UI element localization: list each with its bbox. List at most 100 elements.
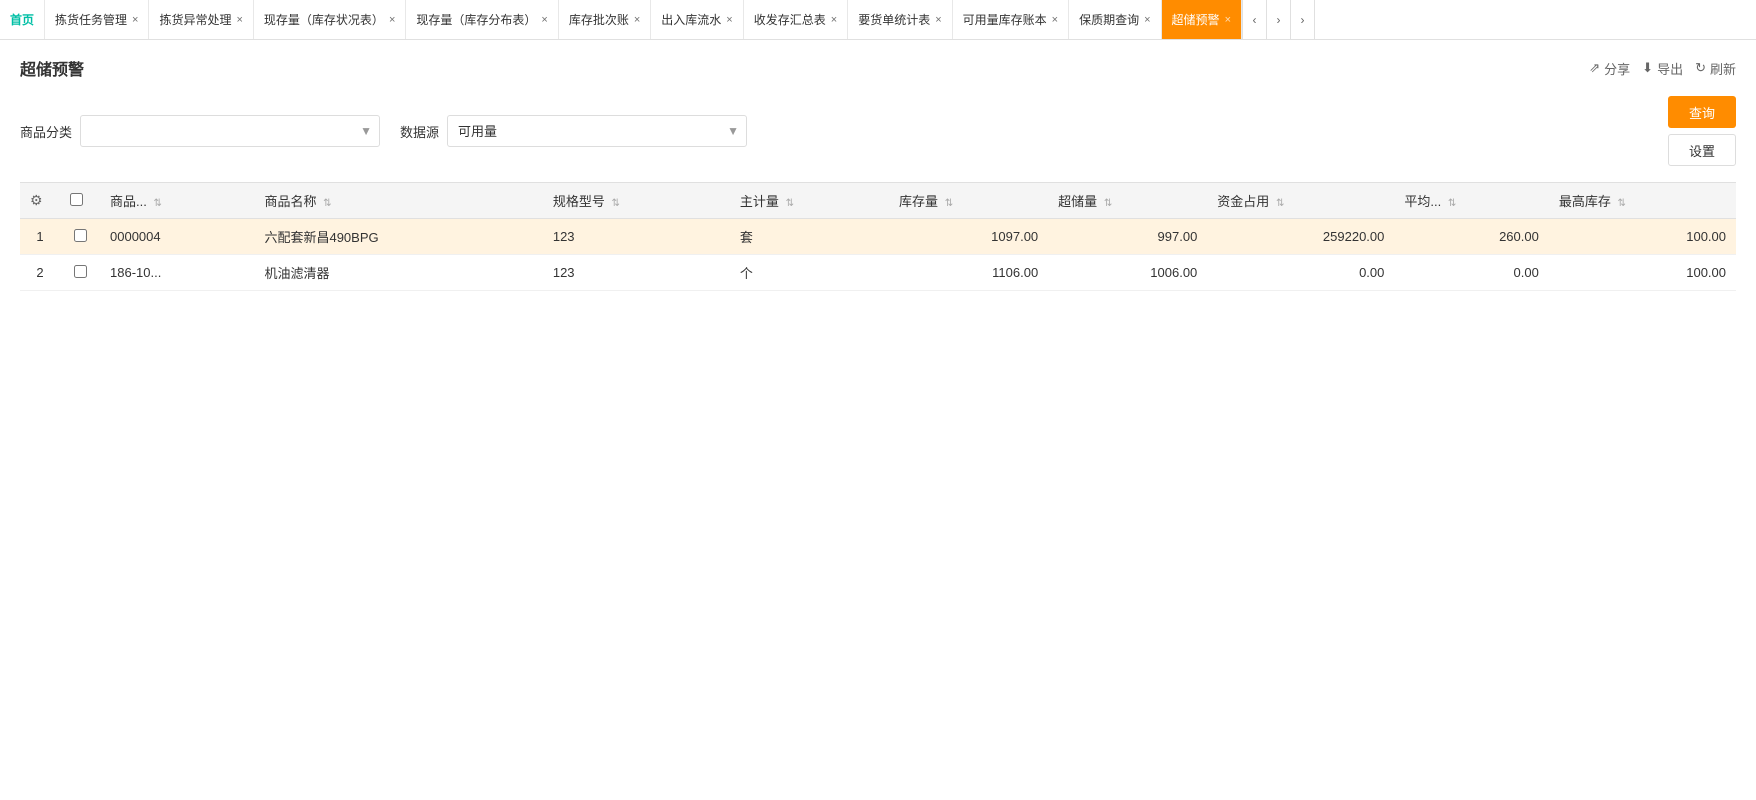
col-spec-header[interactable]: 规格型号 ⇅ <box>543 183 730 219</box>
row-code-cell: 0000004 <box>100 219 254 255</box>
row-checkbox-cell[interactable] <box>60 219 100 255</box>
close-icon[interactable]: × <box>726 14 732 26</box>
export-label: 导出 <box>1657 59 1683 78</box>
nav-more-arrow[interactable]: › <box>1291 0 1315 40</box>
page-title: 超储预警 <box>20 56 84 80</box>
gear-icon[interactable]: ⚙ <box>30 192 43 208</box>
sort-icon: ⇅ <box>1617 198 1625 209</box>
row-settings-cell: 1 <box>20 219 60 255</box>
export-button[interactable]: ⬇ 导出 <box>1642 59 1683 78</box>
datasource-filter-label: 数据源 <box>400 122 439 141</box>
nav-tab-flow-label: 出入库流水 <box>661 11 721 28</box>
col-unit-header[interactable]: 主计量 ⇅ <box>730 183 889 219</box>
close-icon[interactable]: × <box>236 14 242 26</box>
nav-tab-overstock-label: 超储预警 <box>1172 11 1220 28</box>
col-capital-header[interactable]: 资金占用 ⇅ <box>1207 183 1394 219</box>
row-overstock-cell: 997.00 <box>1048 219 1207 255</box>
nav-tab-available-label: 可用量库存账本 <box>963 11 1047 28</box>
table-row: 1 0000004 六配套新昌490BPG 123 套 1097.00 997.… <box>20 219 1736 255</box>
nav-tab-inventory1-label: 现存量（库存状况表） <box>264 11 384 28</box>
row-name-cell: 六配套新昌490BPG <box>254 219 542 255</box>
row-stock-cell: 1106.00 <box>889 255 1048 291</box>
col-overstock-label: 超储量 <box>1058 194 1097 209</box>
col-avg-header[interactable]: 平均... ⇅ <box>1394 183 1548 219</box>
col-stock-header[interactable]: 库存量 ⇅ <box>889 183 1048 219</box>
export-icon: ⬇ <box>1642 60 1653 76</box>
datasource-select-wrapper: 可用量 ▼ <box>447 115 747 147</box>
datasource-select[interactable]: 可用量 <box>447 115 747 147</box>
col-code-header[interactable]: 商品... ⇅ <box>100 183 254 219</box>
row-checkbox[interactable] <box>74 229 87 242</box>
row-unit-cell: 个 <box>730 255 889 291</box>
table-header-row: ⚙ 商品... ⇅ 商品名称 ⇅ 规格型号 ⇅ 主计量 <box>20 183 1736 219</box>
settings-button[interactable]: 设置 <box>1668 134 1736 166</box>
row-checkbox[interactable] <box>74 265 87 278</box>
share-button[interactable]: ⇗ 分享 <box>1589 59 1630 78</box>
col-checkbox-header[interactable] <box>60 183 100 219</box>
row-stock-cell: 1097.00 <box>889 219 1048 255</box>
close-icon[interactable]: × <box>389 14 395 26</box>
category-filter: 商品分类 ▼ <box>20 115 380 147</box>
sort-icon: ⇅ <box>945 198 953 209</box>
row-spec-cell: 123 <box>543 255 730 291</box>
row-capital-cell: 0.00 <box>1207 255 1394 291</box>
row-name-cell: 机油滤清器 <box>254 255 542 291</box>
col-maxstock-header[interactable]: 最高库存 ⇅ <box>1549 183 1736 219</box>
nav-tab-expiry-label: 保质期查询 <box>1079 11 1139 28</box>
nav-tab-home[interactable]: 首页 <box>0 0 45 40</box>
nav-tab-summary-label: 收发存汇总表 <box>754 11 826 28</box>
row-code-cell: 186-10... <box>100 255 254 291</box>
close-icon[interactable]: × <box>1052 14 1058 26</box>
category-select-wrapper: ▼ <box>80 115 380 147</box>
row-maxstock-cell: 100.00 <box>1549 255 1736 291</box>
category-select[interactable] <box>80 115 380 147</box>
nav-tab-expiry[interactable]: 保质期查询 × <box>1069 0 1161 40</box>
nav-prev-arrow[interactable]: ‹ <box>1243 0 1267 40</box>
nav-arrows: ‹ › › <box>1242 0 1315 40</box>
query-button[interactable]: 查询 <box>1668 96 1736 128</box>
datasource-filter: 数据源 可用量 ▼ <box>400 115 747 147</box>
nav-tab-summary[interactable]: 收发存汇总表 × <box>744 0 848 40</box>
nav-tab-order-label: 要货单统计表 <box>858 11 930 28</box>
row-unit-cell: 套 <box>730 219 889 255</box>
col-unit-label: 主计量 <box>740 194 779 209</box>
nav-tab-inventory1[interactable]: 现存量（库存状况表） × <box>254 0 406 40</box>
close-icon[interactable]: × <box>132 14 138 26</box>
data-table: ⚙ 商品... ⇅ 商品名称 ⇅ 规格型号 ⇅ 主计量 <box>20 182 1736 291</box>
close-icon[interactable]: × <box>1144 14 1150 26</box>
refresh-button[interactable]: ↻ 刷新 <box>1695 59 1736 78</box>
nav-tab-flow[interactable]: 出入库流水 × <box>651 0 743 40</box>
nav-tab-task[interactable]: 拣货任务管理 × <box>45 0 149 40</box>
col-name-label: 商品名称 <box>264 194 316 209</box>
nav-next-arrow[interactable]: › <box>1267 0 1291 40</box>
col-maxstock-label: 最高库存 <box>1559 194 1611 209</box>
close-icon[interactable]: × <box>541 14 547 26</box>
share-icon: ⇗ <box>1589 60 1600 76</box>
close-icon[interactable]: × <box>1225 14 1231 26</box>
nav-tab-batch[interactable]: 库存批次账 × <box>559 0 651 40</box>
close-icon[interactable]: × <box>935 14 941 26</box>
col-capital-label: 资金占用 <box>1217 194 1269 209</box>
row-avg-cell: 260.00 <box>1394 219 1548 255</box>
col-name-header[interactable]: 商品名称 ⇅ <box>254 183 542 219</box>
filter-buttons: 查询 设置 <box>1668 96 1736 166</box>
close-icon[interactable]: × <box>831 14 837 26</box>
row-checkbox-cell[interactable] <box>60 255 100 291</box>
sort-icon: ⇅ <box>786 198 794 209</box>
col-settings-header[interactable]: ⚙ <box>20 183 60 219</box>
col-overstock-header[interactable]: 超储量 ⇅ <box>1048 183 1207 219</box>
row-spec-cell: 123 <box>543 219 730 255</box>
table-body: 1 0000004 六配套新昌490BPG 123 套 1097.00 997.… <box>20 219 1736 291</box>
nav-tab-order[interactable]: 要货单统计表 × <box>848 0 952 40</box>
close-icon[interactable]: × <box>634 14 640 26</box>
refresh-label: 刷新 <box>1710 59 1736 78</box>
nav-tab-available[interactable]: 可用量库存账本 × <box>953 0 1069 40</box>
col-avg-label: 平均... <box>1404 194 1441 209</box>
nav-tab-home-label: 首页 <box>10 11 34 28</box>
nav-tab-exception-label: 拣货异常处理 <box>159 11 231 28</box>
select-all-checkbox[interactable] <box>70 193 83 206</box>
page-header: 超储预警 ⇗ 分享 ⬇ 导出 ↻ 刷新 <box>20 56 1736 80</box>
nav-tab-overstock[interactable]: 超储预警 × <box>1162 0 1242 40</box>
nav-tab-exception[interactable]: 拣货异常处理 × <box>149 0 253 40</box>
nav-tab-inventory2[interactable]: 现存量（库存分布表） × <box>406 0 558 40</box>
